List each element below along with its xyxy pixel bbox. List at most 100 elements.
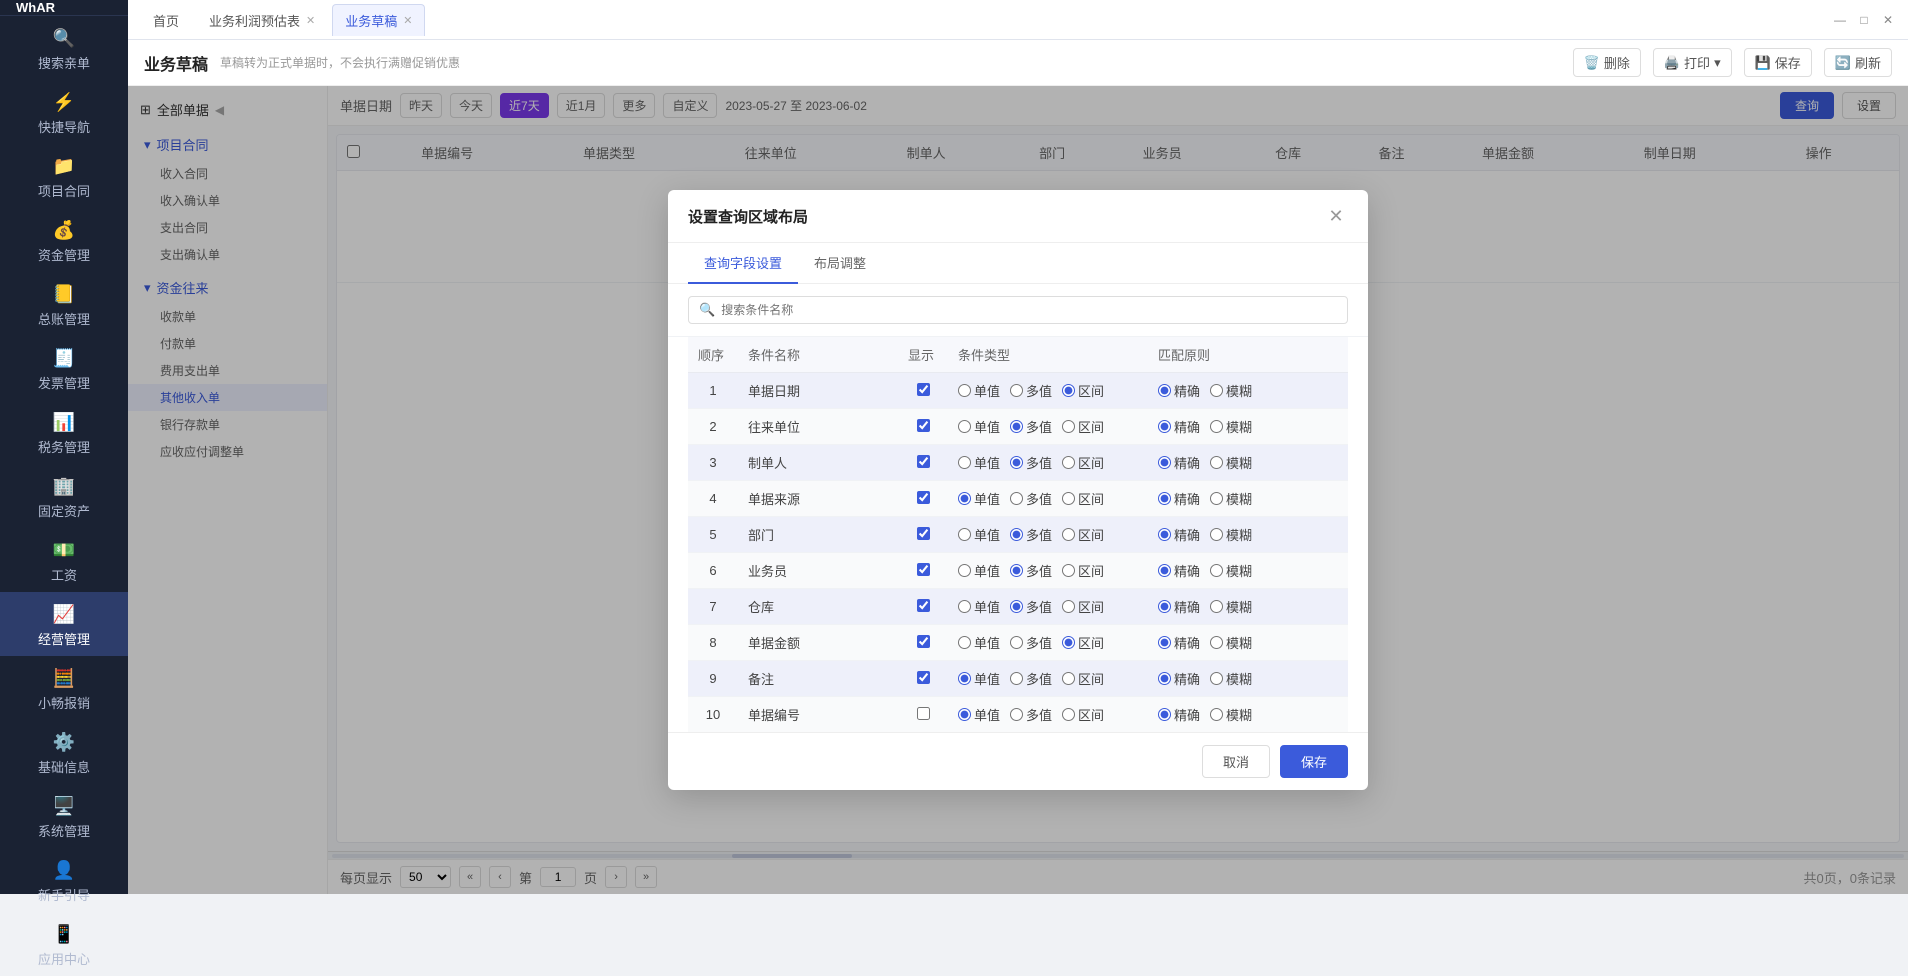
match-radio-精确[interactable] <box>1158 456 1171 469</box>
sidebar-item-app[interactable]: 📱 应用中心 <box>0 912 128 976</box>
show-checkbox[interactable] <box>917 635 930 648</box>
show-checkbox[interactable] <box>917 563 930 576</box>
sidebar-item-invoice[interactable]: 🧾 发票管理 <box>0 336 128 400</box>
show-checkbox[interactable] <box>917 419 930 432</box>
search-input[interactable] <box>721 303 1337 317</box>
match-radio-模糊[interactable] <box>1210 600 1223 613</box>
sidebar-item-fund[interactable]: 💰 资金管理 <box>0 208 128 272</box>
match-radio-模糊[interactable] <box>1210 672 1223 685</box>
sidebar-item-expense[interactable]: 🧮 小畅报销 <box>0 656 128 720</box>
sidebar-item-tax[interactable]: 📊 税务管理 <box>0 400 128 464</box>
col-name: 条件名称 <box>738 337 898 373</box>
tab-draft[interactable]: 业务草稿 ✕ <box>332 4 425 36</box>
sidebar-item-label: 固定资产 <box>38 501 90 520</box>
tab-home[interactable]: 首页 <box>140 4 192 36</box>
type-radio-单值[interactable] <box>958 420 971 433</box>
match-radio-精确[interactable] <box>1158 492 1171 505</box>
type-radio-单值[interactable] <box>958 456 971 469</box>
match-radio-模糊[interactable] <box>1210 456 1223 469</box>
sidebar-item-search[interactable]: 🔍 搜索亲单 <box>0 16 128 80</box>
type-radio-区间[interactable] <box>1062 528 1075 541</box>
match-radio-模糊[interactable] <box>1210 492 1223 505</box>
show-checkbox[interactable] <box>917 455 930 468</box>
modal-close-button[interactable]: ✕ <box>1324 204 1348 228</box>
match-radio-模糊[interactable] <box>1210 420 1223 433</box>
type-radio-多值[interactable] <box>1010 420 1023 433</box>
tab-close-draft[interactable]: ✕ <box>403 14 412 27</box>
type-radio-单值[interactable] <box>958 492 971 505</box>
type-radio-单值[interactable] <box>958 564 971 577</box>
match-radio-模糊[interactable] <box>1210 564 1223 577</box>
sidebar-item-project[interactable]: 📁 项目合同 <box>0 144 128 208</box>
match-radio-精确[interactable] <box>1158 528 1171 541</box>
show-checkbox[interactable] <box>917 383 930 396</box>
type-radio-多值[interactable] <box>1010 636 1023 649</box>
match-radio-精确[interactable] <box>1158 636 1171 649</box>
type-radio-区间[interactable] <box>1062 708 1075 721</box>
sidebar-item-basic[interactable]: ⚙️ 基础信息 <box>0 720 128 784</box>
type-radio-单值[interactable] <box>958 708 971 721</box>
modal-tabs: 查询字段设置 布局调整 <box>668 243 1368 284</box>
type-radio-单值[interactable] <box>958 636 971 649</box>
type-radio-区间[interactable] <box>1062 564 1075 577</box>
save-button[interactable]: 💾 保存 <box>1744 48 1812 77</box>
modal-tab-layout[interactable]: 布局调整 <box>798 243 882 284</box>
match-radio-模糊[interactable] <box>1210 384 1223 397</box>
match-radio-精确[interactable] <box>1158 384 1171 397</box>
type-radio-区间[interactable] <box>1062 600 1075 613</box>
delete-icon: 🗑️ <box>1584 55 1600 71</box>
type-radio-单值[interactable] <box>958 528 971 541</box>
type-radio-多值[interactable] <box>1010 384 1023 397</box>
type-radio-多值[interactable] <box>1010 564 1023 577</box>
minimize-button[interactable]: — <box>1832 12 1848 28</box>
modal-save-button[interactable]: 保存 <box>1280 745 1348 778</box>
sidebar-item-quick[interactable]: ⚡ 快捷导航 <box>0 80 128 144</box>
refresh-button[interactable]: 🔄 刷新 <box>1824 48 1892 77</box>
match-radio-精确[interactable] <box>1158 420 1171 433</box>
show-checkbox[interactable] <box>917 707 930 720</box>
folder-icon: 📁 <box>53 156 75 177</box>
sidebar-item-operation[interactable]: 📈 经营管理 <box>0 592 128 656</box>
print-button[interactable]: 🖨️ 打印 ▾ <box>1653 48 1732 77</box>
sidebar-item-fixed[interactable]: 🏢 固定资产 <box>0 464 128 528</box>
match-radio-模糊[interactable] <box>1210 708 1223 721</box>
delete-button[interactable]: 🗑️ 删除 <box>1573 48 1641 77</box>
type-radio-多值[interactable] <box>1010 492 1023 505</box>
lightning-icon: ⚡ <box>53 92 75 113</box>
type-radio-区间[interactable] <box>1062 492 1075 505</box>
type-radio-单值[interactable] <box>958 672 971 685</box>
type-radio-区间[interactable] <box>1062 420 1075 433</box>
type-radio-多值[interactable] <box>1010 672 1023 685</box>
type-radio-多值[interactable] <box>1010 708 1023 721</box>
show-checkbox[interactable] <box>917 527 930 540</box>
type-radio-单值[interactable] <box>958 600 971 613</box>
sidebar-item-salary[interactable]: 💵 工资 <box>0 528 128 592</box>
type-radio-区间[interactable] <box>1062 672 1075 685</box>
sidebar-item-system[interactable]: 🖥️ 系统管理 <box>0 784 128 848</box>
show-checkbox[interactable] <box>917 671 930 684</box>
tab-profit[interactable]: 业务利润预估表 ✕ <box>196 4 328 36</box>
cancel-button[interactable]: 取消 <box>1202 745 1270 778</box>
match-radio-模糊[interactable] <box>1210 528 1223 541</box>
match-radio-精确[interactable] <box>1158 600 1171 613</box>
modal-tab-query[interactable]: 查询字段设置 <box>688 243 798 284</box>
type-radio-区间[interactable] <box>1062 636 1075 649</box>
match-radio-模糊[interactable] <box>1210 636 1223 649</box>
type-radio-多值[interactable] <box>1010 528 1023 541</box>
match-radio-精确[interactable] <box>1158 564 1171 577</box>
user-icon: 👤 <box>53 860 75 881</box>
close-window-button[interactable]: ✕ <box>1880 12 1896 28</box>
sidebar-item-ledger[interactable]: 📒 总账管理 <box>0 272 128 336</box>
type-radio-多值[interactable] <box>1010 600 1023 613</box>
restore-button[interactable]: □ <box>1856 12 1872 28</box>
type-radio-区间[interactable] <box>1062 384 1075 397</box>
match-radio-精确[interactable] <box>1158 672 1171 685</box>
show-checkbox[interactable] <box>917 599 930 612</box>
show-checkbox[interactable] <box>917 491 930 504</box>
type-radio-区间[interactable] <box>1062 456 1075 469</box>
tab-close-profit[interactable]: ✕ <box>306 14 315 27</box>
match-radio-精确[interactable] <box>1158 708 1171 721</box>
type-radio-多值[interactable] <box>1010 456 1023 469</box>
sidebar-item-new[interactable]: 👤 新手引导 <box>0 848 128 912</box>
type-radio-单值[interactable] <box>958 384 971 397</box>
